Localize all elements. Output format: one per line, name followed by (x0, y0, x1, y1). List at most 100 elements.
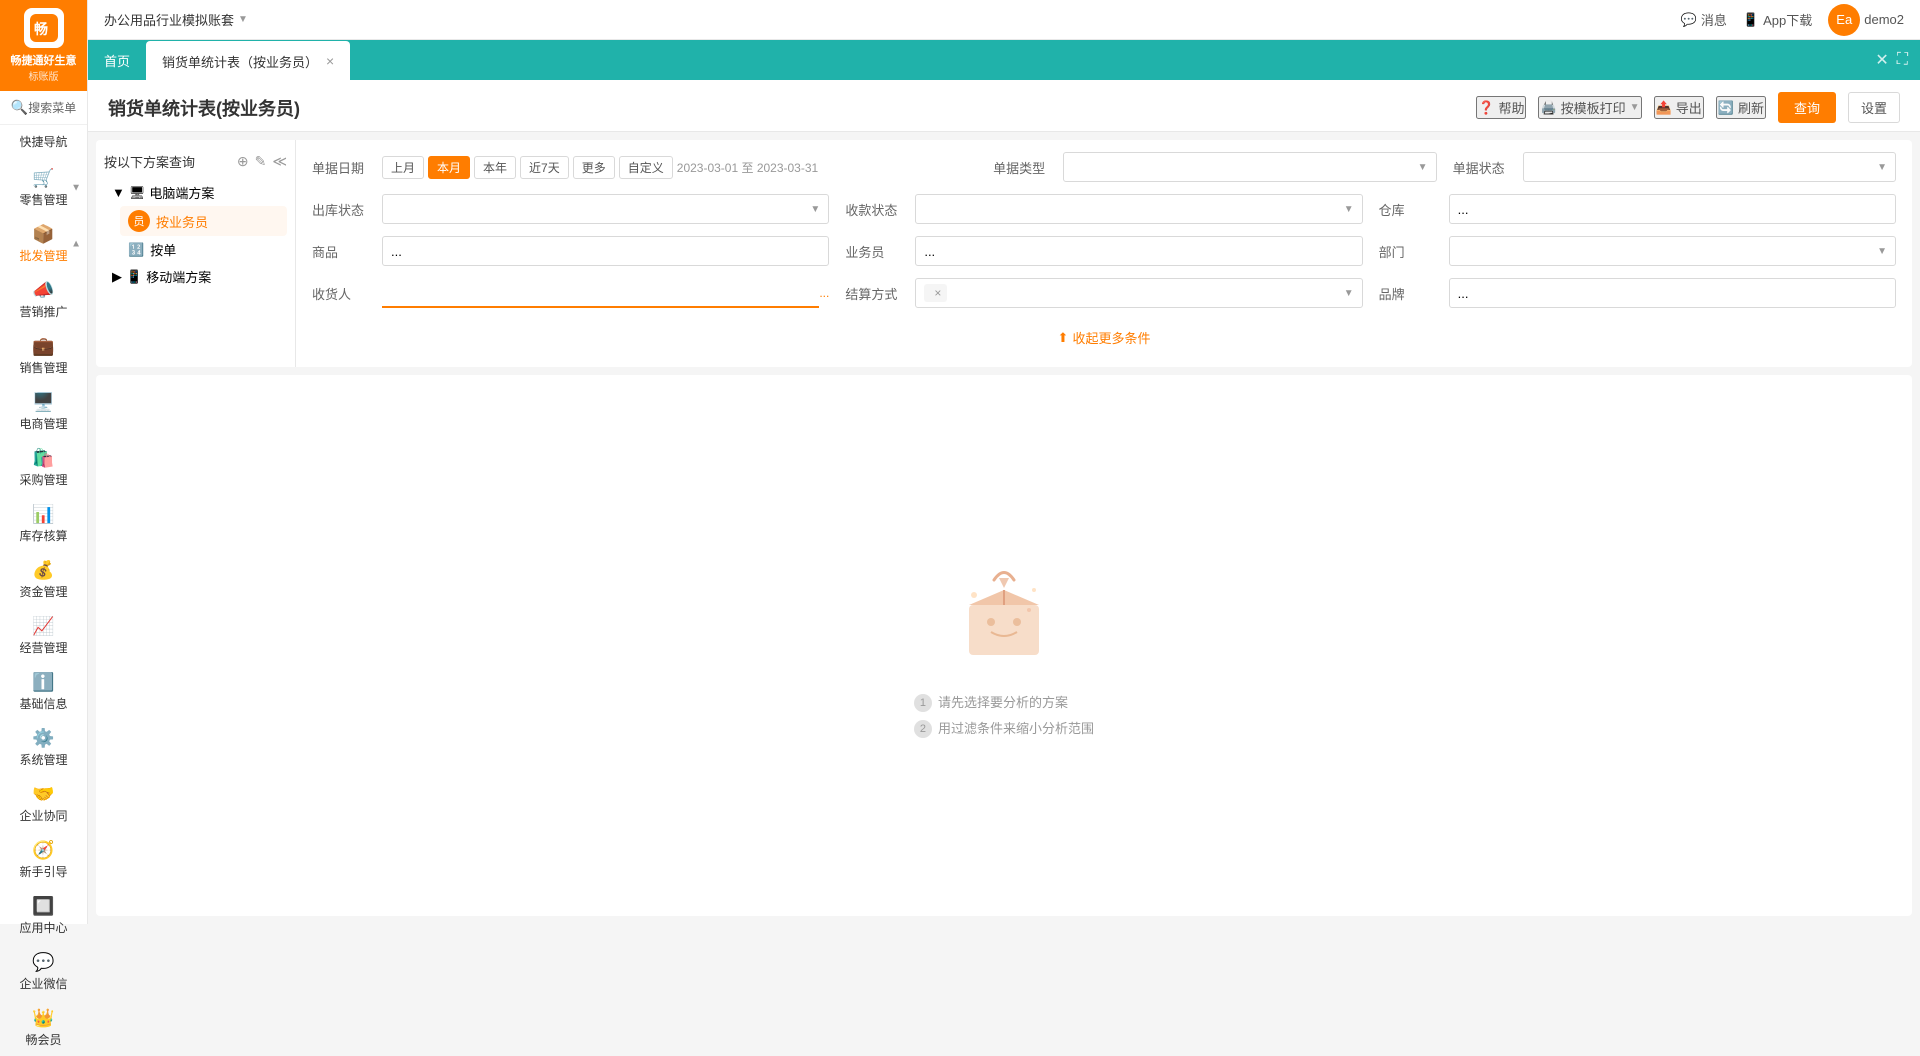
export-label: 导出 (1676, 98, 1702, 117)
user-profile[interactable]: Ea demo2 (1828, 4, 1904, 36)
search-icon: 🔍 (11, 99, 28, 116)
salesperson-scheme-icon: 员 (128, 210, 150, 232)
sidebar-item-finance[interactable]: 💰 资金管理 (0, 552, 87, 608)
collapse-btn[interactable]: ⬆ 收起更多条件 (312, 320, 1896, 355)
sidebar-item-wechat-label: 企业微信 (19, 975, 67, 992)
sidebar-item-wholesale[interactable]: 📦 批发管理 ▲ (0, 216, 87, 272)
brand-select[interactable]: ... (1449, 278, 1896, 308)
department-dropdown-icon: ▼ (1877, 246, 1887, 257)
right-filter: 单据日期 上月 本月 本年 近7天 更多 自定义 2023-03-01 至 20… (296, 140, 1912, 367)
window-maximize-btn[interactable]: ⛶ (1897, 51, 1908, 69)
tab-home[interactable]: 首页 (88, 40, 146, 80)
date-group: 上月 本月 本年 近7天 更多 自定义 2023-03-01 至 2023-03… (382, 156, 977, 179)
sidebar-item-retail[interactable]: 🛒 零售管理 ▼ (0, 160, 87, 216)
pc-folder-icon: 🖥 (129, 185, 146, 201)
filter-item-doctype: 单据类型 ▼ (993, 152, 1436, 182)
system-icon: ⚙️ (32, 728, 54, 749)
refresh-icon: 🔄 (1718, 100, 1734, 116)
doctype-select[interactable]: ▼ (1063, 152, 1436, 182)
collapse-panel-btn[interactable]: ≪ (272, 153, 287, 170)
sidebar-item-marketing[interactable]: 📣 营销推广 (0, 272, 87, 328)
message-btn[interactable]: 💬 消息 (1681, 10, 1727, 29)
svg-text:畅: 畅 (34, 21, 48, 37)
refresh-btn[interactable]: 🔄 刷新 (1716, 96, 1766, 119)
sidebar-item-sales[interactable]: 💼 销售管理 (0, 328, 87, 384)
sidebar-item-ecommerce[interactable]: 🖥️ 电商管理 (0, 384, 87, 440)
sidebar-item-wechat[interactable]: 💬 企业微信 (0, 944, 87, 1000)
filter-row-4: 收货人 ... 结算方式 × ▼ (312, 278, 1896, 308)
tree-sub-item-salesperson[interactable]: 员 按业务员 (120, 206, 287, 236)
ecommerce-icon: 🖥️ (32, 392, 54, 413)
date-btn-custom[interactable]: 自定义 (619, 156, 673, 179)
sidebar-item-operations[interactable]: 📈 经营管理 (0, 608, 87, 664)
edit-scheme-btn[interactable]: ✎ (255, 153, 267, 170)
outstatus-select[interactable]: ▼ (382, 194, 829, 224)
settings-btn[interactable]: 设置 (1848, 92, 1900, 123)
filter-row-1: 单据日期 上月 本月 本年 近7天 更多 自定义 2023-03-01 至 20… (312, 152, 1896, 182)
tree-arrow-pc: ▼ (112, 185, 125, 200)
print-icon: 🖨️ (1540, 100, 1556, 116)
print-btn[interactable]: 🖨️ 按模板打印 ▼ (1538, 96, 1641, 119)
finance-icon: 💰 (32, 560, 54, 581)
sidebar-item-collab[interactable]: 🤝 企业协同 (0, 776, 87, 832)
sidebar-item-member[interactable]: 👑 畅会员 (0, 1000, 87, 1056)
user-avatar: Ea (1828, 4, 1860, 36)
search-menu-label: 搜索菜单 (28, 99, 76, 116)
sidebar-item-inventory-label: 库存核算 (19, 527, 67, 544)
help-btn[interactable]: ❓ 帮助 (1476, 96, 1526, 119)
sidebar-search[interactable]: 🔍 搜索菜单 (0, 91, 87, 125)
sidebar-item-quicknav[interactable]: 快捷导航 (0, 125, 87, 156)
product-label: 商品 (312, 242, 382, 261)
sidebar-item-system[interactable]: ⚙️ 系统管理 (0, 720, 87, 776)
filter-item-docstatus: 单据状态 ▼ (1453, 152, 1896, 182)
add-scheme-btn[interactable]: ⊕ (237, 153, 249, 170)
date-btn-last-month[interactable]: 上月 (382, 156, 424, 179)
date-btn-more[interactable]: 更多 (573, 156, 615, 179)
sidebar-item-purchase[interactable]: 🛍️ 采购管理 (0, 440, 87, 496)
tip-number-1: 1 (914, 694, 932, 712)
product-select[interactable]: ... (382, 236, 829, 266)
filter-item-date: 单据日期 上月 本月 本年 近7天 更多 自定义 2023-03-01 至 20… (312, 156, 977, 179)
filter-item-department: 部门 ▼ (1379, 236, 1896, 266)
export-btn[interactable]: 📤 导出 (1654, 96, 1704, 119)
sidebar-item-guide[interactable]: 🧭 新手引导 (0, 832, 87, 888)
date-btn-this-month[interactable]: 本月 (428, 156, 470, 179)
tab-close-btn[interactable]: × (326, 53, 334, 69)
filter-row-2: 出库状态 ▼ 收款状态 ▼ 仓库 (312, 194, 1896, 224)
sidebar-item-purchase-label: 采购管理 (19, 471, 67, 488)
sidebar-item-inventory[interactable]: 📊 库存核算 (0, 496, 87, 552)
warehouse-select[interactable]: ... (1449, 194, 1896, 224)
salesperson-select[interactable]: ... (915, 236, 1362, 266)
settlement-select[interactable]: × ▼ (915, 278, 1362, 308)
sidebar: 畅 畅捷通好生意 标账版 🔍 搜索菜单 快捷导航 🛒 零售管理 ▼ 📦 批发管理… (0, 0, 88, 924)
app-download-btn[interactable]: 📱 App下载 (1743, 10, 1812, 29)
tab-sales-stat[interactable]: 销货单统计表（按业务员） × (146, 41, 350, 81)
date-btn-this-year[interactable]: 本年 (474, 156, 516, 179)
query-btn[interactable]: 查询 (1778, 92, 1836, 123)
receiptstatus-select[interactable]: ▼ (915, 194, 1362, 224)
sidebar-item-system-label: 系统管理 (19, 751, 67, 768)
settlement-tag-remove[interactable]: × (934, 286, 941, 300)
tree-sub-order-label: 按单 (150, 240, 176, 259)
docstatus-select[interactable]: ▼ (1523, 152, 1896, 182)
tree-item-pc[interactable]: ▼ 🖥 电脑端方案 (104, 179, 287, 206)
sidebar-logo[interactable]: 畅 畅捷通好生意 标账版 (0, 0, 87, 91)
help-label: 帮助 (1498, 98, 1524, 117)
main-content: 办公用品行业模拟账套 ▼ 💬 消息 📱 App下载 Ea demo2 首页 (88, 0, 1920, 924)
sidebar-item-basic[interactable]: ℹ️ 基础信息 (0, 664, 87, 720)
consignee-input[interactable] (382, 278, 819, 308)
window-close-btn[interactable]: ✕ (1875, 50, 1888, 70)
settlement-label: 结算方式 (845, 284, 915, 303)
sidebar-item-apps[interactable]: 🔲 应用中心 (0, 888, 87, 944)
consignee-more-btn[interactable]: ... (819, 286, 829, 300)
filter-item-outstatus: 出库状态 ▼ (312, 194, 829, 224)
date-btn-7days[interactable]: 近7天 (520, 156, 569, 179)
tree-item-mobile[interactable]: ▶ 📱 移动端方案 (104, 263, 287, 290)
sales-icon: 💼 (32, 336, 54, 357)
page-title: 销货单统计表(按业务员) (108, 95, 300, 121)
department-select[interactable]: ▼ (1449, 236, 1896, 266)
salesperson-label: 业务员 (845, 242, 915, 261)
account-dropdown[interactable]: 办公用品行业模拟账套 ▼ (104, 10, 248, 29)
inventory-icon: 📊 (32, 504, 54, 525)
tree-sub-item-order[interactable]: 🔢 按单 (120, 236, 287, 263)
